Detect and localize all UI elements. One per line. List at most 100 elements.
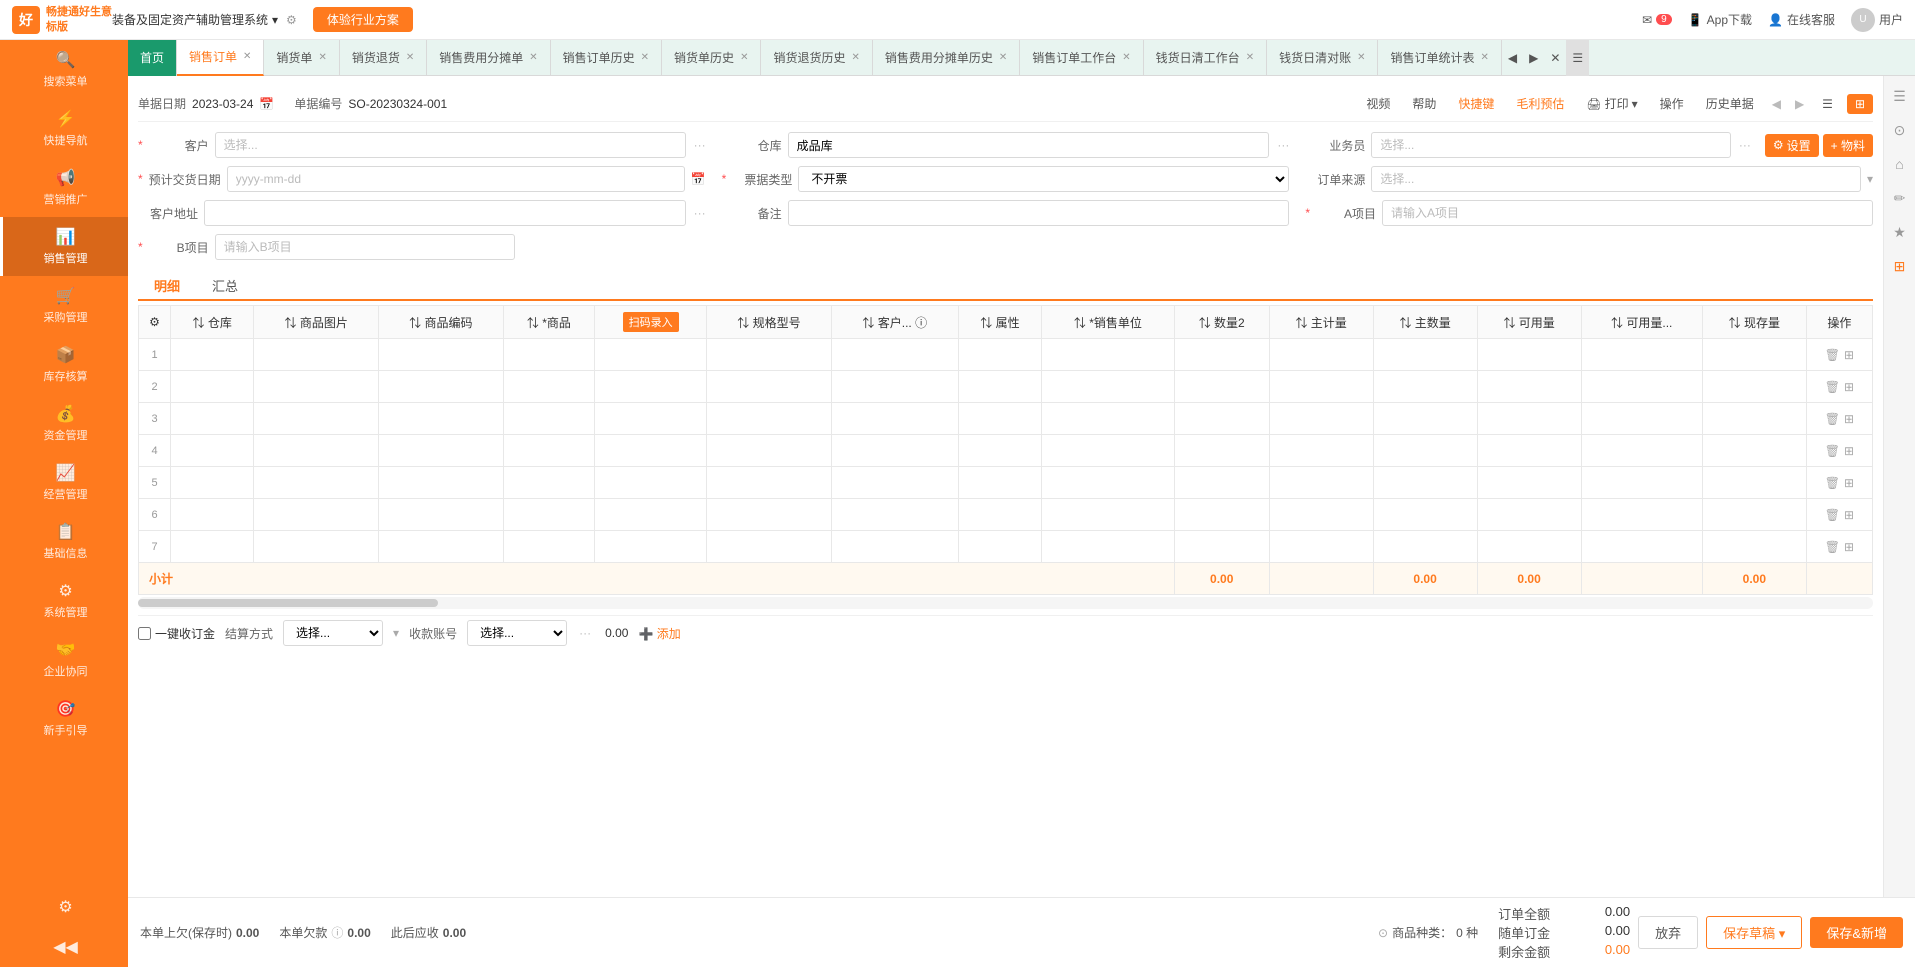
- tab-invoice-history[interactable]: 销货单历史 ✕: [662, 40, 761, 76]
- tab-statistics[interactable]: 销售订单统计表 ✕: [1378, 40, 1501, 76]
- gear-settings-icon[interactable]: ⚙: [286, 13, 297, 27]
- profit-btn[interactable]: 毛利预估: [1508, 92, 1572, 115]
- right-panel-icon-6[interactable]: ⊞: [1888, 254, 1912, 278]
- right-panel-icon-4[interactable]: ✏: [1888, 186, 1912, 210]
- tab-close-return[interactable]: ✕: [406, 52, 414, 63]
- payment-method-dropdown[interactable]: ▾: [393, 626, 399, 640]
- sidebar-item-system[interactable]: ⚙ 系统管理: [0, 571, 128, 630]
- right-panel-icon-1[interactable]: ☰: [1888, 84, 1912, 108]
- order-source-dropdown[interactable]: ▾: [1867, 172, 1873, 186]
- a-project-input[interactable]: [1382, 200, 1873, 226]
- account-select[interactable]: 选择...: [467, 620, 567, 646]
- delete-row-icon[interactable]: 🗑: [1825, 476, 1840, 490]
- sidebar-item-quick-nav[interactable]: ⚡ 快捷导航: [0, 99, 128, 158]
- th-scan[interactable]: 扫码录入: [595, 306, 707, 339]
- video-btn[interactable]: 视频: [1358, 92, 1398, 115]
- tab-menu-btn[interactable]: ☰: [1566, 40, 1589, 76]
- sidebar-item-marketing[interactable]: 📢 营销推广: [0, 158, 128, 217]
- account-more-btn[interactable]: ···: [579, 626, 591, 640]
- sidebar-item-collab[interactable]: 🤝 企业协同: [0, 630, 128, 689]
- list-view-btn[interactable]: ☰: [1814, 94, 1841, 114]
- tab-close-order-history[interactable]: ✕: [641, 52, 649, 63]
- tab-close-expense-split[interactable]: ✕: [529, 52, 537, 63]
- tab-return[interactable]: 销货退货 ✕: [340, 40, 427, 76]
- right-panel-icon-2[interactable]: ⊙: [1888, 118, 1912, 142]
- tab-expense-split[interactable]: 销售费用分摊单 ✕: [427, 40, 550, 76]
- settings-right-btn[interactable]: ⚙ 设置: [1765, 134, 1819, 157]
- sidebar-item-purchase[interactable]: 🛒 采购管理: [0, 276, 128, 335]
- business-more-btn[interactable]: ···: [1739, 138, 1751, 152]
- copy-row-icon[interactable]: ⊞: [1844, 444, 1854, 458]
- tab-home[interactable]: 首页: [128, 40, 177, 76]
- copy-row-icon[interactable]: ⊞: [1844, 476, 1854, 490]
- right-panel-icon-5[interactable]: ★: [1888, 220, 1912, 244]
- tab-close-return-history[interactable]: ✕: [851, 52, 859, 63]
- payment-method-select[interactable]: 选择...: [283, 620, 383, 646]
- delivery-input[interactable]: [227, 166, 685, 192]
- copy-row-icon[interactable]: ⊞: [1844, 348, 1854, 362]
- delete-row-icon[interactable]: 🗑: [1825, 412, 1840, 426]
- tab-invoice[interactable]: 销货单 ✕: [264, 40, 339, 76]
- copy-row-icon[interactable]: ⊞: [1844, 508, 1854, 522]
- system-title-dropdown[interactable]: 装备及固定资产辅助管理系统 ▾: [112, 11, 278, 28]
- print-btn[interactable]: 🖨 打印 ▾: [1578, 92, 1645, 115]
- customer-more-btn[interactable]: ···: [694, 138, 706, 152]
- sidebar-item-settings[interactable]: ⚙: [0, 887, 128, 927]
- notifications-btn[interactable]: ✉ 9: [1642, 13, 1672, 27]
- delete-row-icon[interactable]: 🗑: [1825, 444, 1840, 458]
- delete-row-icon[interactable]: 🗑: [1825, 348, 1840, 362]
- discard-btn[interactable]: 放弃: [1638, 916, 1698, 949]
- addr-input[interactable]: [204, 200, 686, 226]
- sidebar-item-operations[interactable]: 📈 经营管理: [0, 453, 128, 512]
- save-new-btn[interactable]: 保存&新增: [1810, 917, 1903, 948]
- customer-input[interactable]: [215, 132, 686, 158]
- tab-order-workbench[interactable]: 销售订单工作台 ✕: [1020, 40, 1143, 76]
- remark-input[interactable]: [788, 200, 1290, 226]
- tab-close-invoice[interactable]: ✕: [318, 52, 326, 63]
- tab-close-daily-workbench[interactable]: ✕: [1246, 52, 1254, 63]
- th-settings[interactable]: ⚙: [139, 306, 171, 339]
- delete-row-icon[interactable]: 🗑: [1825, 508, 1840, 522]
- addr-more-btn[interactable]: ···: [694, 206, 706, 220]
- tab-close-invoice-history[interactable]: ✕: [740, 52, 748, 63]
- scan-btn[interactable]: 扫码录入: [623, 312, 679, 332]
- sidebar-item-search[interactable]: 🔍 搜索菜单: [0, 40, 128, 99]
- tab-next-btn[interactable]: ▶: [1523, 40, 1544, 76]
- app-download-btn[interactable]: 📱 App下载: [1688, 11, 1752, 28]
- tab-return-history[interactable]: 销货退货历史 ✕: [761, 40, 872, 76]
- form-view-btn[interactable]: ⊞: [1847, 94, 1873, 114]
- delete-row-icon[interactable]: 🗑: [1825, 380, 1840, 394]
- history-btn[interactable]: 历史单据: [1698, 92, 1762, 115]
- calendar-icon[interactable]: 📅: [259, 97, 274, 111]
- tab-prev-btn[interactable]: ◀: [1502, 40, 1523, 76]
- tab-close-order-workbench[interactable]: ✕: [1122, 52, 1130, 63]
- shortcut-btn[interactable]: 快捷键: [1450, 92, 1502, 115]
- business-input[interactable]: [1371, 132, 1731, 158]
- tab-close-statistics[interactable]: ✕: [1481, 52, 1489, 63]
- tab-sales-order[interactable]: 销售订单 ✕: [177, 40, 264, 76]
- warehouse-more-btn[interactable]: ···: [1277, 138, 1289, 152]
- sidebar-item-guide[interactable]: 🎯 新手引导: [0, 689, 128, 748]
- tab-expense-history[interactable]: 销售费用分摊单历史 ✕: [873, 40, 1020, 76]
- sidebar-item-sales[interactable]: 📊 销售管理: [0, 217, 128, 276]
- tab-daily-workbench[interactable]: 钱货日清工作台 ✕: [1144, 40, 1267, 76]
- tab-summary[interactable]: 汇总: [196, 272, 254, 299]
- tab-close-all-btn[interactable]: ✕: [1544, 40, 1566, 76]
- tab-close-expense-history[interactable]: ✕: [999, 52, 1007, 63]
- b-project-input[interactable]: [215, 234, 515, 260]
- draft-btn[interactable]: 保存草稿 ▾: [1706, 916, 1802, 949]
- tab-close-reconcile[interactable]: ✕: [1357, 52, 1365, 63]
- warehouse-input[interactable]: [788, 132, 1270, 158]
- right-panel-icon-3[interactable]: ⌂: [1888, 152, 1912, 176]
- order-source-input[interactable]: [1371, 166, 1861, 192]
- operation-btn[interactable]: 操作: [1652, 92, 1692, 115]
- one-click-deposit-label[interactable]: 一键收订金: [138, 625, 215, 642]
- user-btn[interactable]: U 用户: [1851, 8, 1903, 32]
- sidebar-item-collapse[interactable]: ◀◀: [0, 927, 128, 967]
- invoice-select[interactable]: 不开票 增值税普通发票 增值税专用发票: [798, 166, 1289, 192]
- copy-row-icon[interactable]: ⊞: [1844, 540, 1854, 554]
- delete-row-icon[interactable]: 🗑: [1825, 540, 1840, 554]
- online-service-btn[interactable]: 👤 在线客服: [1768, 11, 1835, 28]
- copy-row-icon[interactable]: ⊞: [1844, 412, 1854, 426]
- delivery-calendar-icon[interactable]: 📅: [691, 172, 706, 186]
